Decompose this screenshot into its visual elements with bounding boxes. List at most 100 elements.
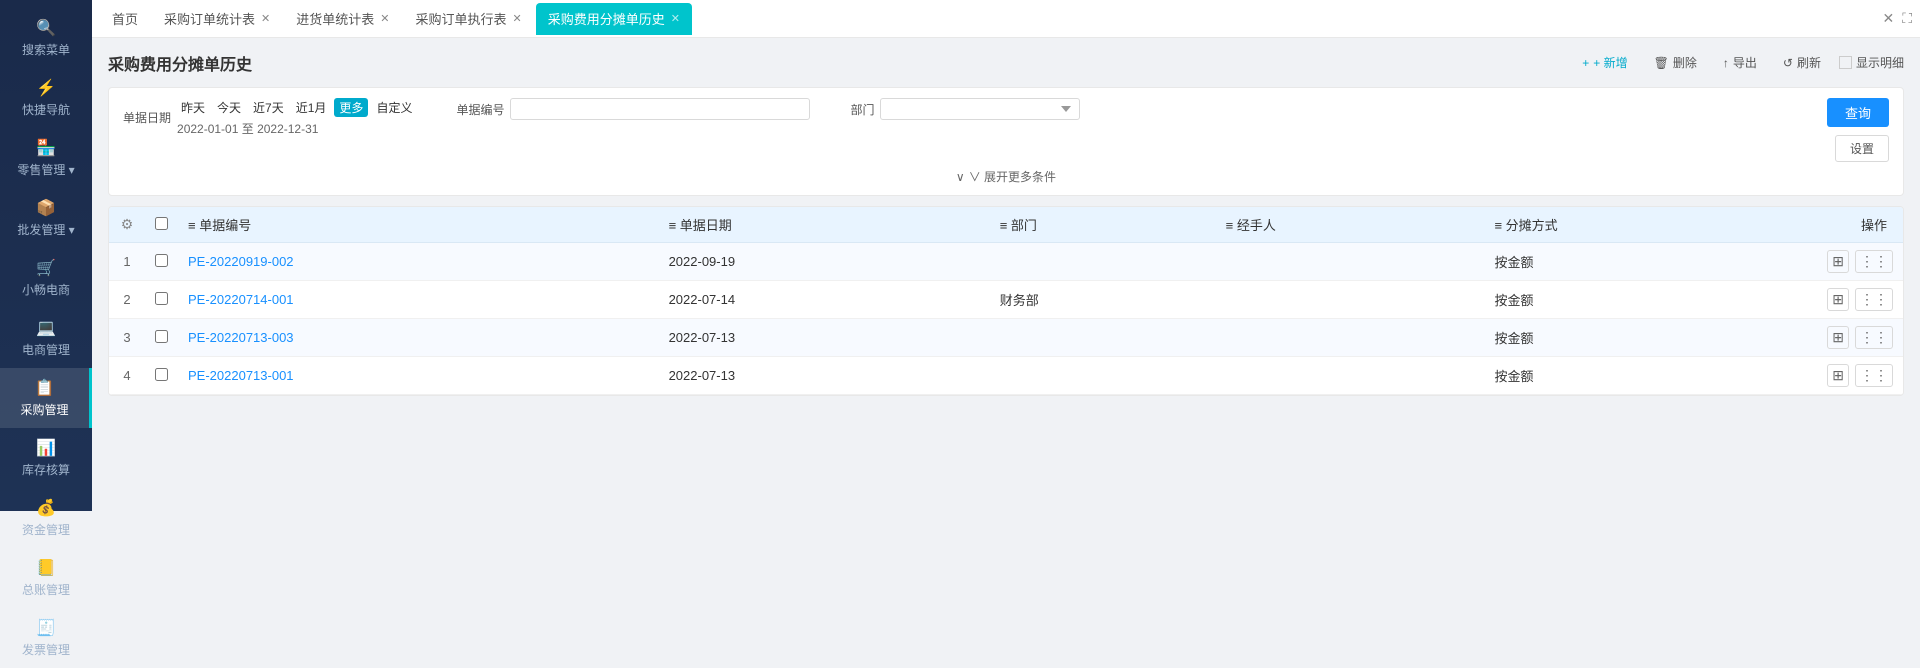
row-checkbox-0[interactable] (145, 243, 178, 281)
row-handler-3 (1216, 357, 1485, 395)
tab-close-purchase-fee-history[interactable]: ✕ (671, 12, 680, 25)
doc-num-filter: 单据编号 (456, 98, 810, 120)
col-checkbox (145, 207, 178, 243)
col-settings[interactable]: ⚙ (109, 207, 145, 243)
tab-close-incoming-stat[interactable]: ✕ (380, 12, 389, 25)
table-row: 3 PE-20220713-003 2022-07-13 按金额 ⊞ ⋮⋮ (109, 319, 1903, 357)
sidebar-label-invoice: 发票管理 (22, 641, 70, 658)
row-checkbox-3[interactable] (145, 357, 178, 395)
row-checkbox-2[interactable] (145, 319, 178, 357)
row-doc-num-3: PE-20220713-001 (178, 357, 659, 395)
delete-button[interactable]: 🗑 删除 (1646, 50, 1705, 75)
sidebar-icon-ecommerce: 💻 (36, 318, 56, 338)
setting-button[interactable]: 设置 (1835, 135, 1889, 162)
sidebar-icon-quick-nav: ⚡ (36, 78, 56, 98)
row-more-icon-0[interactable]: ⋮⋮ (1855, 250, 1893, 273)
row-more-icon-3[interactable]: ⋮⋮ (1855, 364, 1893, 387)
sidebar-item-purchase[interactable]: 📋采购管理 (0, 368, 92, 428)
page-title: 采购费用分摊单历史 (108, 51, 252, 75)
doc-num-input[interactable] (510, 98, 810, 120)
sidebar-item-search[interactable]: 🔍搜索菜单 (0, 8, 92, 68)
row-check-0[interactable] (155, 254, 168, 267)
refresh-button[interactable]: ↺ 刷新 (1775, 50, 1829, 75)
doc-num-link-0[interactable]: PE-20220919-002 (188, 254, 294, 269)
row-check-3[interactable] (155, 368, 168, 381)
row-edit-icon-0[interactable]: ⊞ (1827, 250, 1849, 273)
add-button[interactable]: + + 新增 (1574, 50, 1635, 75)
row-doc-date-1: 2022-07-14 (659, 281, 990, 319)
row-more-icon-2[interactable]: ⋮⋮ (1855, 326, 1893, 349)
col-handler: ≡ 经手人 (1216, 207, 1485, 243)
sidebar-label-retail: 零售管理 ▾ (17, 161, 74, 178)
sidebar-item-quick-nav[interactable]: ⚡ 快捷导航 (0, 68, 92, 128)
sidebar-item-mini-shop[interactable]: 🛒 小畅电商 (0, 248, 92, 308)
sidebar: 🔍搜索菜单 ⚡ 快捷导航 🏪 零售管理 ▾ 📦批发管理 ▾ 🛒 小畅电商 💻电商管理📋采购管理📊… (0, 0, 92, 511)
dept-filter: 部门 (850, 98, 1080, 120)
row-doc-num-0: PE-20220919-002 (178, 243, 659, 281)
date-more[interactable]: 更多 (334, 98, 368, 117)
select-all-checkbox[interactable] (155, 217, 168, 230)
row-edit-icon-2[interactable]: ⊞ (1827, 326, 1849, 349)
add-icon: + (1582, 56, 1589, 70)
date-custom[interactable]: 自定义 (372, 98, 416, 117)
sidebar-label-finance: 资金管理 (22, 521, 70, 538)
export-button[interactable]: ↑ 导出 (1715, 50, 1765, 75)
tab-incoming-stat[interactable]: 进货单统计表 ✕ (284, 3, 401, 35)
row-edit-icon-1[interactable]: ⊞ (1827, 288, 1849, 311)
expand-more-btn[interactable]: ∨ ∨ 展开更多条件 (123, 168, 1889, 185)
query-button[interactable]: 查询 (1827, 98, 1889, 127)
row-checkbox-1[interactable] (145, 281, 178, 319)
date-today[interactable]: 今天 (213, 98, 245, 117)
row-check-1[interactable] (155, 292, 168, 305)
sidebar-item-ecommerce[interactable]: 💻电商管理 (0, 308, 92, 368)
row-split-method-0: 按金额 (1484, 243, 1803, 281)
sidebar-item-wholesale[interactable]: 📦批发管理 ▾ (0, 188, 92, 248)
sidebar-item-invoice[interactable]: 🧾发票管理 (0, 608, 92, 668)
doc-num-link-1[interactable]: PE-20220714-001 (188, 292, 294, 307)
sidebar-label-mini-shop: 小畅电商 (22, 281, 70, 298)
tab-home[interactable]: 首页 (100, 3, 150, 35)
row-doc-date-0: 2022-09-19 (659, 243, 990, 281)
doc-num-link-2[interactable]: PE-20220713-003 (188, 330, 294, 345)
sidebar-label-quick-nav: 快捷导航 (22, 101, 70, 118)
col-doc-num: ≡ 单据编号 (178, 207, 659, 243)
sidebar-item-ledger[interactable]: 📒总账管理 (0, 548, 92, 608)
tab-purchase-fee-history[interactable]: 采购费用分摊单历史 ✕ (536, 3, 692, 35)
sidebar-label-inventory: 库存核算 (22, 461, 70, 478)
row-actions-3: ⊞ ⋮⋮ (1803, 357, 1903, 395)
row-handler-2 (1216, 319, 1485, 357)
filter-bar: 单据日期 昨天 今天 近7天 近1月 更多 自定义 2022-01-01 至 2… (108, 87, 1904, 196)
export-icon: ↑ (1723, 56, 1729, 70)
date-7days[interactable]: 近7天 (249, 98, 288, 117)
filter-actions: 查询 设置 (1827, 98, 1889, 162)
tab-close-purchase-order-stat[interactable]: ✕ (261, 12, 270, 25)
sidebar-icon-mini-shop: 🛒 (36, 258, 56, 278)
sidebar-item-retail[interactable]: 🏪 零售管理 ▾ (0, 128, 92, 188)
doc-num-link-3[interactable]: PE-20220713-001 (188, 368, 294, 383)
table-row: 4 PE-20220713-001 2022-07-13 按金额 ⊞ ⋮⋮ (109, 357, 1903, 395)
row-dept-1: 财务部 (990, 281, 1216, 319)
tab-close-all-icon[interactable]: ✕ (1882, 10, 1894, 27)
dept-select[interactable] (880, 98, 1080, 120)
date-filter-label: 单据日期 (123, 109, 171, 126)
sidebar-label-ledger: 总账管理 (22, 581, 70, 598)
tab-purchase-order-exec[interactable]: 采购订单执行表 ✕ (403, 3, 533, 35)
tab-expand-icon[interactable]: ⛶ (1902, 10, 1912, 27)
tab-purchase-order-stat[interactable]: 采购订单统计表 ✕ (152, 3, 282, 35)
row-more-icon-1[interactable]: ⋮⋮ (1855, 288, 1893, 311)
date-shortcuts: 昨天 今天 近7天 近1月 更多 自定义 (177, 98, 416, 117)
sidebar-label-purchase: 采购管理 (20, 401, 68, 418)
tab-close-purchase-order-exec[interactable]: ✕ (513, 12, 522, 25)
date-1month[interactable]: 近1月 (292, 98, 331, 117)
sidebar-item-inventory[interactable]: 📊库存核算 (0, 428, 92, 488)
date-yesterday[interactable]: 昨天 (177, 98, 209, 117)
row-doc-date-3: 2022-07-13 (659, 357, 990, 395)
col-action: 操作 (1803, 207, 1903, 243)
sidebar-item-finance[interactable]: 💰资金管理 (0, 488, 92, 548)
row-edit-icon-3[interactable]: ⊞ (1827, 364, 1849, 387)
row-check-2[interactable] (155, 330, 168, 343)
doc-num-label: 单据编号 (456, 101, 504, 118)
show-col-toggle[interactable]: 显示明细 (1839, 54, 1904, 71)
table-row: 1 PE-20220919-002 2022-09-19 按金额 ⊞ ⋮⋮ (109, 243, 1903, 281)
sidebar-icon-retail: 🏪 (36, 138, 56, 158)
